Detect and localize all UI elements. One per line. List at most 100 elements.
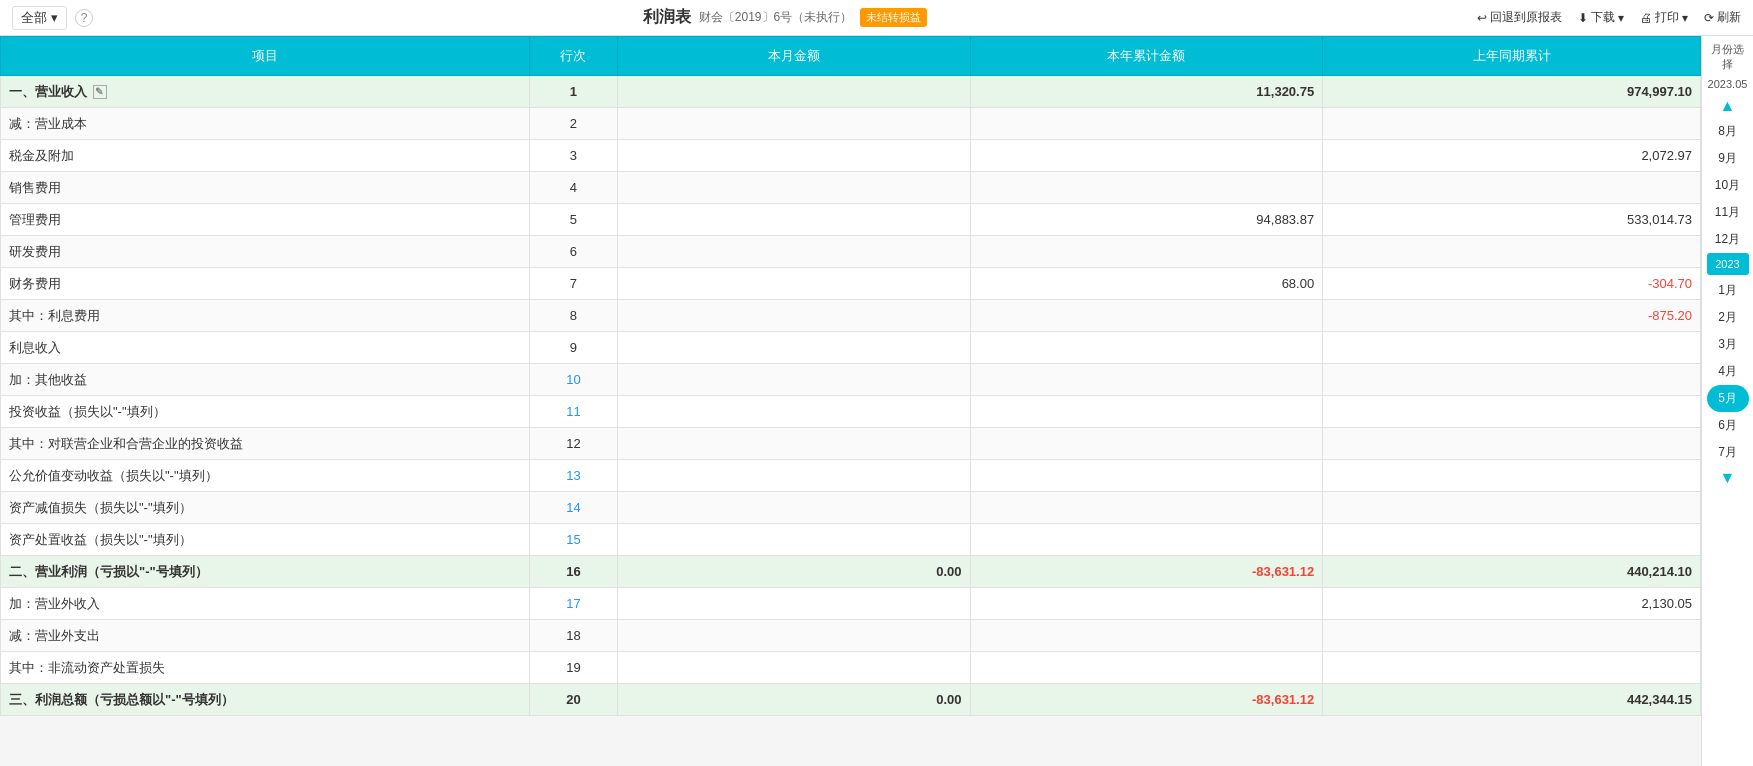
header-row: 行次 [529,37,617,76]
cell-month [618,108,971,140]
table-area: 项目 行次 本月金额 本年累计金额 上年同期累计 一、营业收入111,320.7… [0,36,1701,766]
month-item[interactable]: 4月 [1707,358,1749,385]
scope-chevron: ▾ [51,10,58,25]
cell-month [618,236,971,268]
print-icon: 🖨 [1640,11,1652,25]
cell-row-num: 3 [529,140,617,172]
cell-month [618,76,971,108]
cell-lastyear [1323,396,1701,428]
cell-row-num: 13 [529,460,617,492]
cell-lastyear: -304.70 [1323,268,1701,300]
cell-item: 利息收入 [1,332,530,364]
cell-lastyear: 440,214.10 [1323,556,1701,588]
cell-row-num: 19 [529,652,617,684]
cell-item: 其中：对联营企业和合营企业的投资收益 [1,428,530,460]
btn-print[interactable]: 🖨 打印 ▾ [1640,9,1688,26]
edit-icon[interactable] [93,85,107,99]
cell-month [618,172,971,204]
month-item[interactable]: 2月 [1707,304,1749,331]
sidebar-year-label: 2023.05 [1704,76,1752,92]
table-row: 一、营业收入111,320.75974,997.10 [1,76,1701,108]
cell-lastyear [1323,364,1701,396]
cell-row-num: 10 [529,364,617,396]
sidebar-month-label: 月份选择 [1702,40,1753,74]
cell-lastyear [1323,460,1701,492]
btn-back[interactable]: ↩ 回退到原报表 [1477,9,1562,26]
cell-item: 税金及附加 [1,140,530,172]
cell-item: 其中：非流动资产处置损失 [1,652,530,684]
table-row: 资产处置收益（损失以"-"填列）15 [1,524,1701,556]
btn-download[interactable]: ⬇ 下载 ▾ [1578,9,1624,26]
cell-year [970,524,1323,556]
sidebar-down-icon[interactable]: ▼ [1716,466,1740,490]
month-item[interactable]: 7月 [1707,439,1749,466]
month-item[interactable]: 3月 [1707,331,1749,358]
month-item[interactable]: 12月 [1707,226,1749,253]
month-item[interactable]: 11月 [1707,199,1749,226]
cell-year [970,172,1323,204]
table-row: 其中：非流动资产处置损失19 [1,652,1701,684]
month-item[interactable]: 10月 [1707,172,1749,199]
download-chevron: ▾ [1618,11,1624,25]
header-lastyear: 上年同期累计 [1323,37,1701,76]
cell-lastyear: -875.20 [1323,300,1701,332]
page-subtitle: 财会〔2019〕6号（未执行） [699,9,852,26]
cell-month [618,364,971,396]
print-chevron: ▾ [1682,11,1688,25]
cell-row-num: 16 [529,556,617,588]
cell-lastyear [1323,620,1701,652]
month-item[interactable]: 6月 [1707,412,1749,439]
page-title: 利润表 [643,7,691,28]
cell-lastyear [1323,524,1701,556]
month-item[interactable]: 5月 [1707,385,1749,412]
cell-month [618,396,971,428]
cell-item: 一、营业收入 [1,76,530,108]
cell-month: 0.00 [618,684,971,716]
btn-refresh[interactable]: ⟳ 刷新 [1704,9,1741,26]
cell-month [618,204,971,236]
cell-row-num: 8 [529,300,617,332]
cell-year [970,300,1323,332]
refresh-icon: ⟳ [1704,11,1714,25]
cell-month [618,332,971,364]
cell-item: 加：其他收益 [1,364,530,396]
cell-year [970,396,1323,428]
cell-row-num: 5 [529,204,617,236]
cell-row-num: 17 [529,588,617,620]
cell-month [618,492,971,524]
top-bar: 全部 ▾ ? 利润表 财会〔2019〕6号（未执行） 未结转损益 ↩ 回退到原报… [0,0,1753,36]
sidebar-up-icon[interactable]: ▲ [1716,94,1740,118]
cell-year [970,332,1323,364]
cell-lastyear [1323,236,1701,268]
cell-item: 其中：利息费用 [1,300,530,332]
table-row: 资产减值损失（损失以"-"填列）14 [1,492,1701,524]
cell-row-num: 15 [529,524,617,556]
table-row: 二、营业利润（亏损以"-"号填列）160.00-83,631.12440,214… [1,556,1701,588]
help-icon[interactable]: ? [75,9,93,27]
month-item[interactable]: 8月 [1707,118,1749,145]
cell-year [970,140,1323,172]
table-row: 公允价值变动收益（损失以"-"填列）13 [1,460,1701,492]
cell-lastyear [1323,492,1701,524]
cell-item: 研发费用 [1,236,530,268]
cell-year [970,236,1323,268]
scope-label: 全部 [21,9,47,27]
main-layout: 项目 行次 本月金额 本年累计金额 上年同期累计 一、营业收入111,320.7… [0,36,1753,766]
header-year: 本年累计金额 [970,37,1323,76]
cell-item: 资产处置收益（损失以"-"填列） [1,524,530,556]
table-row: 其中：利息费用8 -875.20 [1,300,1701,332]
cell-lastyear [1323,108,1701,140]
cell-year: 11,320.75 [970,76,1323,108]
cell-row-num: 20 [529,684,617,716]
cell-year: -83,631.12 [970,684,1323,716]
cell-month: 0.00 [618,556,971,588]
month-item[interactable]: 1月 [1707,277,1749,304]
month-item[interactable]: 9月 [1707,145,1749,172]
scope-selector[interactable]: 全部 ▾ [12,6,67,30]
cell-year: 68.00 [970,268,1323,300]
cell-item: 财务费用 [1,268,530,300]
month-item[interactable]: 2023 [1707,253,1749,275]
cell-row-num: 11 [529,396,617,428]
table-row: 减：营业成本2 [1,108,1701,140]
cell-row-num: 7 [529,268,617,300]
